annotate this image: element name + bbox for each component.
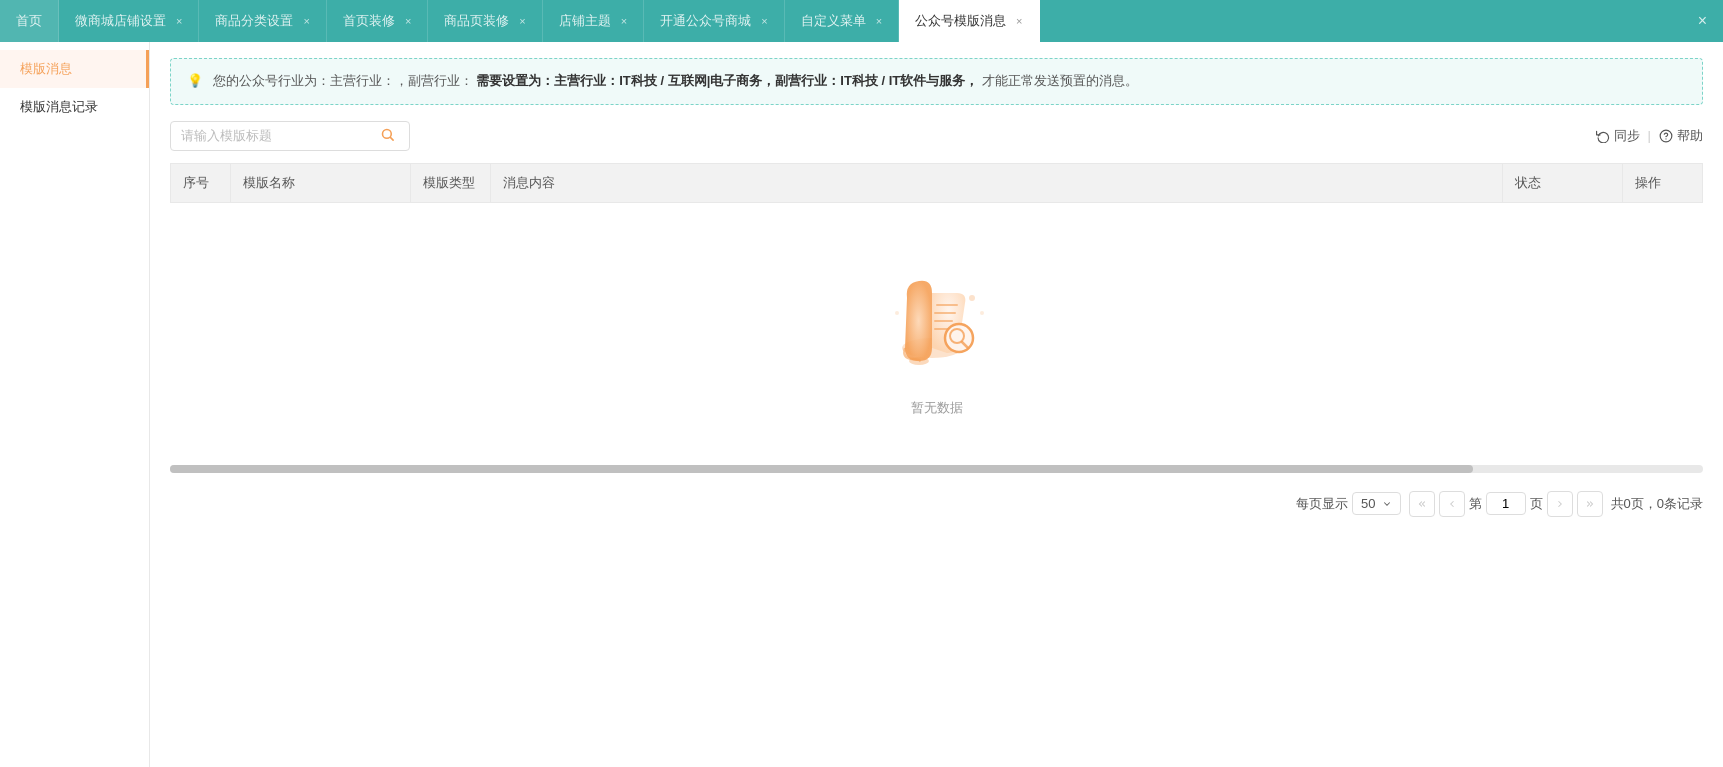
svg-point-12 bbox=[969, 295, 975, 301]
toolbar-right: 同步 | 帮助 bbox=[1596, 127, 1703, 145]
page-size-select: 每页显示 50 bbox=[1296, 492, 1400, 515]
notice-icon: 💡 bbox=[187, 73, 203, 88]
empty-icon bbox=[877, 263, 997, 383]
main-layout: 模版消息 模版消息记录 💡 您的公众号行业为：主营行业：，副营行业： 需要设置为… bbox=[0, 42, 1723, 767]
col-seq: 序号 bbox=[171, 163, 231, 202]
page-info: 共0页，0条记录 bbox=[1611, 495, 1703, 513]
col-action: 操作 bbox=[1623, 163, 1703, 202]
help-button[interactable]: 帮助 bbox=[1659, 127, 1703, 145]
global-close-button[interactable]: × bbox=[1682, 12, 1723, 30]
page-nav: 第 页 bbox=[1409, 491, 1603, 517]
search-input-wrap bbox=[170, 121, 410, 151]
empty-text: 暂无数据 bbox=[911, 399, 963, 417]
close-icon[interactable]: × bbox=[303, 15, 309, 27]
close-icon[interactable]: × bbox=[761, 15, 767, 27]
close-icon[interactable]: × bbox=[405, 15, 411, 27]
toolbar-divider: | bbox=[1648, 128, 1651, 143]
close-icon[interactable]: × bbox=[621, 15, 627, 27]
tab-home-decor[interactable]: 首页装修 × bbox=[327, 0, 428, 42]
sidebar-item-template-msg[interactable]: 模版消息 bbox=[0, 50, 149, 88]
search-input[interactable] bbox=[181, 128, 376, 143]
tab-open-mall[interactable]: 开通公众号商城 × bbox=[644, 0, 784, 42]
close-icon[interactable]: × bbox=[1016, 15, 1022, 27]
search-button[interactable] bbox=[376, 127, 399, 145]
page-size-dropdown[interactable]: 50 bbox=[1352, 492, 1400, 515]
svg-point-13 bbox=[980, 311, 984, 315]
col-content: 消息内容 bbox=[491, 163, 1503, 202]
notice-banner: 💡 您的公众号行业为：主营行业：，副营行业： 需要设置为：主营行业：IT科技 /… bbox=[170, 58, 1703, 105]
sidebar: 模版消息 模版消息记录 bbox=[0, 42, 150, 767]
table-scroll-thumb[interactable] bbox=[170, 465, 1473, 473]
col-type: 模版类型 bbox=[411, 163, 491, 202]
table-scroll-bar[interactable] bbox=[170, 465, 1703, 473]
tab-home[interactable]: 首页 bbox=[0, 0, 59, 42]
sync-button[interactable]: 同步 bbox=[1596, 127, 1640, 145]
pagination: 每页显示 50 bbox=[170, 481, 1703, 527]
table-header-row: 序号 模版名称 模版类型 消息内容 状态 操作 bbox=[171, 163, 1703, 202]
tab-category-setting[interactable]: 商品分类设置 × bbox=[199, 0, 326, 42]
close-icon[interactable]: × bbox=[519, 15, 525, 27]
tab-template-msg[interactable]: 公众号模版消息 × bbox=[899, 0, 1039, 42]
svg-point-15 bbox=[909, 357, 929, 365]
data-table: 序号 模版名称 模版类型 消息内容 状态 操作 bbox=[170, 163, 1703, 203]
tab-custom-menu[interactable]: 自定义菜单 × bbox=[785, 0, 899, 42]
next-page-button[interactable] bbox=[1547, 491, 1573, 517]
tab-product-decor[interactable]: 商品页装修 × bbox=[428, 0, 542, 42]
first-page-button[interactable] bbox=[1409, 491, 1435, 517]
tab-store-theme[interactable]: 店铺主题 × bbox=[543, 0, 644, 42]
svg-point-14 bbox=[895, 311, 899, 315]
page-input[interactable] bbox=[1486, 492, 1526, 515]
col-name: 模版名称 bbox=[231, 163, 411, 202]
empty-state: 暂无数据 bbox=[170, 203, 1703, 457]
last-page-button[interactable] bbox=[1577, 491, 1603, 517]
tab-bar: 首页 微商城店铺设置 × 商品分类设置 × 首页装修 × 商品页装修 × 店铺主… bbox=[0, 0, 1723, 42]
close-icon[interactable]: × bbox=[176, 15, 182, 27]
sidebar-item-template-msg-log[interactable]: 模版消息记录 bbox=[0, 88, 149, 126]
col-status: 状态 bbox=[1503, 163, 1623, 202]
tab-shop-setting[interactable]: 微商城店铺设置 × bbox=[59, 0, 199, 42]
prev-page-button[interactable] bbox=[1439, 491, 1465, 517]
close-icon[interactable]: × bbox=[876, 15, 882, 27]
search-bar: 同步 | 帮助 bbox=[170, 121, 1703, 151]
svg-line-1 bbox=[390, 137, 393, 140]
content-area: 💡 您的公众号行业为：主营行业：，副营行业： 需要设置为：主营行业：IT科技 /… bbox=[150, 42, 1723, 767]
